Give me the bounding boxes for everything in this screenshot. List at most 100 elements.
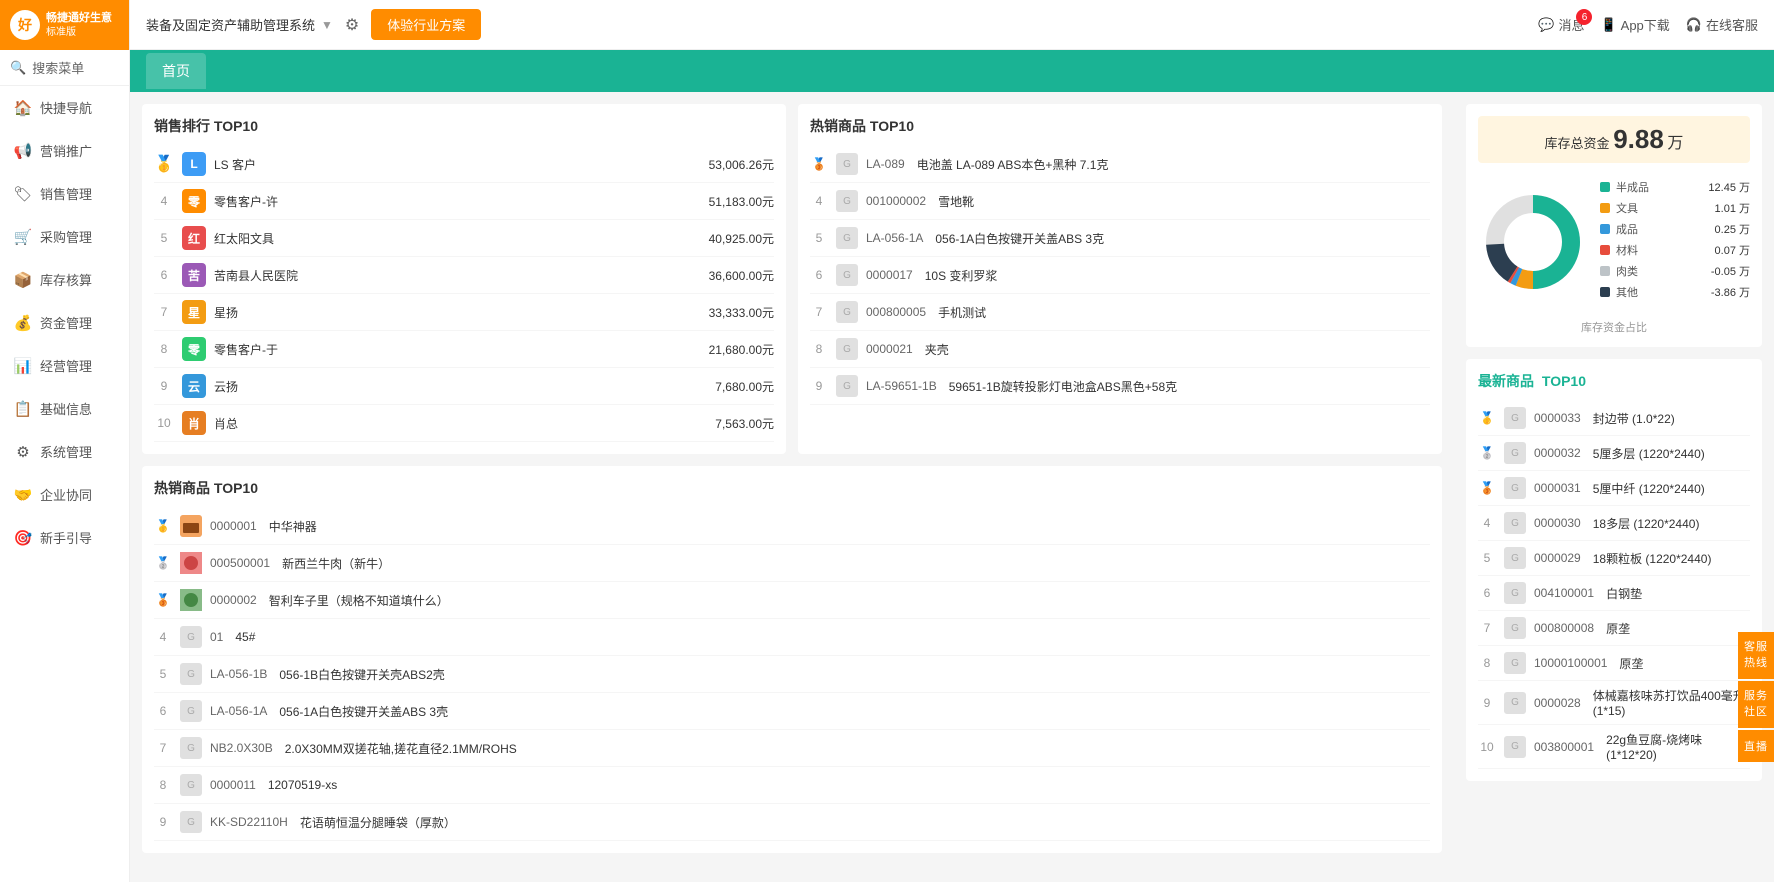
hotline-button[interactable]: 客服 热线 [1738, 632, 1774, 679]
legend-item-stationery: 文具 1.01 万 [1600, 200, 1750, 216]
legend-item-meat: 肉类 -0.05 万 [1600, 263, 1750, 279]
home-icon: 🏠 [14, 99, 32, 117]
phone-icon: 📱 [1600, 17, 1616, 33]
system-icon: ⚙ [14, 443, 32, 461]
inventory-footer: 库存资金占比 [1478, 313, 1750, 335]
rank-name-6: 零售客户-于 [214, 341, 701, 358]
rank-avatar-8: 肖 [182, 411, 206, 435]
middle-section: 销售排行 TOP10 🥇 L LS 客户 53,006.26元 4 零 零售客户… [130, 92, 1454, 882]
sales-ranking-title: 销售排行 TOP10 [154, 116, 774, 136]
new-goods-icon-6: G [1504, 582, 1526, 604]
hot-goods-item-4: 4 G 01 45# [154, 619, 1430, 656]
rank-item-5: 7 星 星扬 33,333.00元 [154, 294, 774, 331]
new-goods-icon-8: G [1504, 652, 1526, 674]
sidebar-item-operation[interactable]: 📊 经营管理 [0, 344, 129, 387]
goods-item-9: 9 G LA-59651-1B 59651-1B旋转投影灯电池盒ABS黑色+58… [810, 368, 1430, 405]
goods-icon: G [836, 153, 858, 175]
service-community-button[interactable]: 服务 社区 [1738, 681, 1774, 728]
search-icon: 🔍 [10, 60, 26, 76]
rank-num-4: 6 [154, 268, 174, 282]
legend-dot-semifinished [1600, 182, 1610, 192]
online-service-button[interactable]: 🎧 在线客服 [1686, 15, 1758, 34]
rank-num-3: 5 [154, 231, 174, 245]
new-goods-panel: 最新商品 TOP10 🥇 G 0000033 封边带 (1.0*22) 🥈 G … [1466, 359, 1762, 781]
topbar: 装备及固定资产辅助管理系统 ▼ ⚙ 体验行业方案 💬 消息 6 📱 App下载 … [130, 0, 1774, 50]
hot-goods-icon-6: G [180, 700, 202, 722]
home-tab[interactable]: 首页 [146, 53, 206, 89]
rank-item-4: 6 苦 苦南县人民医院 36,600.00元 [154, 257, 774, 294]
legend-dot-other [1600, 287, 1610, 297]
rank-item-1: 🥇 L LS 客户 53,006.26元 [154, 146, 774, 183]
legend-dot-meat [1600, 266, 1610, 276]
goods-item-8: 8 G 0000021 夹壳 [810, 331, 1430, 368]
rank-amount-5: 33,333.00元 [709, 304, 774, 321]
rank-num-8: 10 [154, 416, 174, 430]
goods-item-7: 7 G 000800005 手机测试 [810, 294, 1430, 331]
system-selector[interactable]: 装备及固定资产辅助管理系统 ▼ [146, 15, 333, 34]
topbar-right: 💬 消息 6 📱 App下载 🎧 在线客服 [1538, 15, 1758, 34]
hot-goods-icon-1 [180, 515, 202, 537]
main-container: 装备及固定资产辅助管理系统 ▼ ⚙ 体验行业方案 💬 消息 6 📱 App下载 … [130, 0, 1774, 882]
rank-amount-3: 40,925.00元 [709, 230, 774, 247]
sidebar-item-basic[interactable]: 📋 基础信息 [0, 387, 129, 430]
sidebar-item-purchase[interactable]: 🛒 采购管理 [0, 215, 129, 258]
inventory-panel: 库存总资金 9.88 万 [1466, 104, 1762, 347]
rank-amount-2: 51,183.00元 [709, 193, 774, 210]
dropdown-icon[interactable]: ▼ [321, 18, 333, 32]
rank-avatar-3: 红 [182, 226, 206, 250]
rank-num-7: 9 [154, 379, 174, 393]
hot-goods-panel: 热销商品 TOP10 🥇 0000001 中华神器 🥈 [142, 466, 1442, 853]
rank-num-2: 4 [154, 194, 174, 208]
goods-icon: G [836, 227, 858, 249]
sidebar-item-marketing[interactable]: 📢 营销推广 [0, 129, 129, 172]
guide-icon: 🎯 [14, 529, 32, 547]
goods-icon: G [836, 338, 858, 360]
goods-ranking-title: 热销商品 TOP10 [810, 116, 1430, 136]
sidebar-item-collab[interactable]: 🤝 企业协同 [0, 473, 129, 516]
rank-name-7: 云扬 [214, 378, 707, 395]
new-goods-icon-7: G [1504, 617, 1526, 639]
floating-service-buttons: 客服 热线 服务 社区 直播 [1738, 632, 1774, 762]
hot-goods-item-2: 🥈 000500001 新西兰牛肉（新牛） [154, 545, 1430, 582]
hot-goods-icon-2 [180, 552, 202, 574]
new-goods-icon-9: G [1504, 692, 1526, 714]
goods-icon: G [836, 375, 858, 397]
rank-amount-1: 53,006.26元 [709, 156, 774, 173]
sidebar-item-system[interactable]: ⚙ 系统管理 [0, 430, 129, 473]
hot-goods-item-3: 🥉 0000002 智利车子里（规格不知道填什么） [154, 582, 1430, 619]
sidebar-item-inventory[interactable]: 📦 库存核算 [0, 258, 129, 301]
new-goods-item-5: 5 G 0000029 18颗粒板 (1220*2440) [1478, 541, 1750, 576]
new-goods-icon-10: G [1504, 736, 1526, 758]
new-goods-icon-4: G [1504, 512, 1526, 534]
hot-goods-list: 🥇 0000001 中华神器 🥈 000500001 新西兰牛肉（新 [154, 508, 1430, 841]
new-goods-item-7: 7 G 000800008 原垄 [1478, 611, 1750, 646]
inventory-total: 库存总资金 9.88 万 [1478, 116, 1750, 163]
hot-goods-title: 热销商品 TOP10 [154, 478, 1430, 498]
finance-icon: 💰 [14, 314, 32, 332]
sidebar-item-home[interactable]: 🏠 快捷导航 [0, 86, 129, 129]
goods-item-3: 🥉 G LA-089 电池盖 LA-089 ABS本色+黑种 7.1克 [810, 146, 1430, 183]
hot-goods-icon-5: G [180, 663, 202, 685]
hot-goods-icon-8: G [180, 774, 202, 796]
rank-name-5: 星扬 [214, 304, 701, 321]
message-button[interactable]: 💬 消息 6 [1538, 15, 1584, 34]
hot-goods-icon-9: G [180, 811, 202, 833]
sidebar-item-sales[interactable]: 🏷 销售管理 [0, 172, 129, 215]
trial-button[interactable]: 体验行业方案 [371, 9, 481, 40]
customer-rank-list: 🥇 L LS 客户 53,006.26元 4 零 零售客户-许 51,183.0… [154, 146, 774, 442]
app-download-button[interactable]: 📱 App下载 [1600, 15, 1669, 34]
rank-item-8: 10 肖 肖总 7,563.00元 [154, 405, 774, 442]
sidebar-item-guide[interactable]: 🎯 新手引导 [0, 516, 129, 559]
gear-icon[interactable]: ⚙ [345, 15, 359, 35]
rank-amount-8: 7,563.00元 [715, 415, 774, 432]
rank-amount-4: 36,600.00元 [709, 267, 774, 284]
donut-chart [1478, 187, 1588, 297]
new-goods-item-1: 🥇 G 0000033 封边带 (1.0*22) [1478, 401, 1750, 436]
basic-icon: 📋 [14, 400, 32, 418]
hot-goods-item-6: 6 G LA-056-1A 056-1A白色按键开关盖ABS 3壳 [154, 693, 1430, 730]
legend-item-material: 材料 0.07 万 [1600, 242, 1750, 258]
live-button[interactable]: 直播 [1738, 730, 1774, 762]
search-menu[interactable]: 🔍 搜索菜单 [0, 50, 129, 86]
sidebar-logo: 好 畅捷通好生意 标准版 [0, 0, 129, 50]
sidebar-item-finance[interactable]: 💰 资金管理 [0, 301, 129, 344]
